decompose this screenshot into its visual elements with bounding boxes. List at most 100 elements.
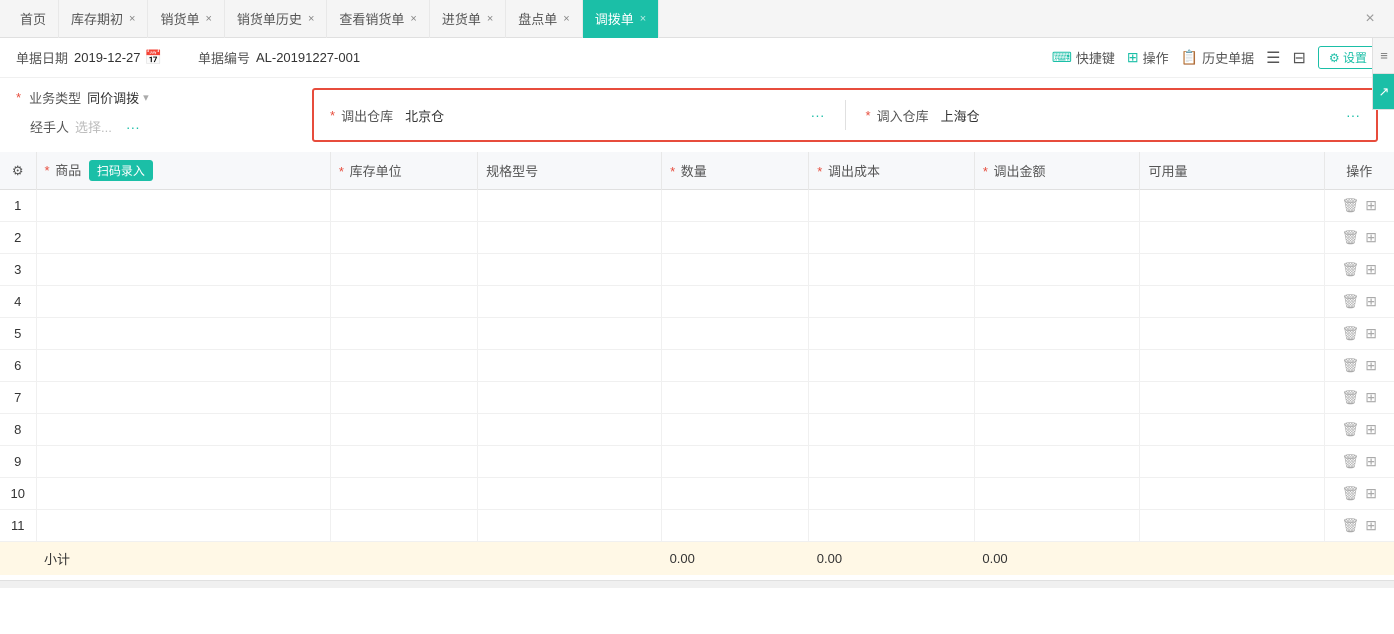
row-qty-4[interactable] bbox=[662, 286, 809, 318]
delete-icon-10[interactable]: 🗑 bbox=[1341, 485, 1359, 502]
delete-icon-3[interactable]: 🗑 bbox=[1341, 261, 1359, 278]
row-cost-1[interactable] bbox=[809, 190, 975, 222]
copy-icon-1[interactable]: ⊞ bbox=[1365, 197, 1377, 214]
delete-icon-2[interactable]: 🗑 bbox=[1341, 229, 1359, 246]
copy-icon-4[interactable]: ⊞ bbox=[1365, 293, 1377, 310]
row-available-9[interactable] bbox=[1140, 446, 1324, 478]
row-product-5[interactable] bbox=[36, 318, 330, 350]
row-amount-8[interactable] bbox=[974, 414, 1140, 446]
operation-button[interactable]: ⊞ 操作 bbox=[1127, 48, 1169, 67]
row-product-2[interactable] bbox=[36, 222, 330, 254]
row-available-2[interactable] bbox=[1140, 222, 1324, 254]
side-panel-list[interactable]: ≡ bbox=[1373, 38, 1394, 74]
delete-icon-11[interactable]: 🗑 bbox=[1341, 517, 1359, 534]
row-qty-7[interactable] bbox=[662, 382, 809, 414]
layout1-button[interactable]: ☰ bbox=[1266, 48, 1280, 68]
tab-inventory-init[interactable]: 库存期初 × bbox=[59, 0, 148, 38]
row-cost-11[interactable] bbox=[809, 510, 975, 542]
settings-button[interactable]: ⚙ 设置 bbox=[1318, 46, 1378, 69]
delete-icon-5[interactable]: 🗑 bbox=[1341, 325, 1359, 342]
row-spec-4[interactable] bbox=[478, 286, 662, 318]
delete-icon-7[interactable]: 🗑 bbox=[1341, 389, 1359, 406]
row-unit-6[interactable] bbox=[330, 350, 477, 382]
tab-stocktake-close[interactable]: × bbox=[563, 13, 569, 25]
copy-icon-9[interactable]: ⊞ bbox=[1365, 453, 1377, 470]
copy-icon-10[interactable]: ⊞ bbox=[1365, 485, 1377, 502]
row-product-1[interactable] bbox=[36, 190, 330, 222]
row-qty-2[interactable] bbox=[662, 222, 809, 254]
row-available-7[interactable] bbox=[1140, 382, 1324, 414]
row-cost-4[interactable] bbox=[809, 286, 975, 318]
row-spec-3[interactable] bbox=[478, 254, 662, 286]
row-available-3[interactable] bbox=[1140, 254, 1324, 286]
row-available-5[interactable] bbox=[1140, 318, 1324, 350]
row-cost-9[interactable] bbox=[809, 446, 975, 478]
side-panel-expand[interactable]: ↗ bbox=[1373, 74, 1394, 110]
row-available-11[interactable] bbox=[1140, 510, 1324, 542]
row-cost-6[interactable] bbox=[809, 350, 975, 382]
bottom-scrollbar[interactable] bbox=[0, 580, 1394, 588]
row-product-7[interactable] bbox=[36, 382, 330, 414]
row-qty-9[interactable] bbox=[662, 446, 809, 478]
tab-sales-order[interactable]: 销货单 × bbox=[148, 0, 224, 38]
row-qty-5[interactable] bbox=[662, 318, 809, 350]
row-unit-11[interactable] bbox=[330, 510, 477, 542]
delete-icon-6[interactable]: 🗑 bbox=[1341, 357, 1359, 374]
row-amount-10[interactable] bbox=[974, 478, 1140, 510]
row-product-11[interactable] bbox=[36, 510, 330, 542]
tab-purchase-close[interactable]: × bbox=[487, 13, 493, 25]
row-qty-10[interactable] bbox=[662, 478, 809, 510]
row-amount-4[interactable] bbox=[974, 286, 1140, 318]
tab-sales-order-close[interactable]: × bbox=[205, 13, 211, 25]
row-product-10[interactable] bbox=[36, 478, 330, 510]
row-amount-2[interactable] bbox=[974, 222, 1140, 254]
row-spec-8[interactable] bbox=[478, 414, 662, 446]
row-spec-5[interactable] bbox=[478, 318, 662, 350]
row-product-9[interactable] bbox=[36, 446, 330, 478]
window-close-button[interactable]: × bbox=[1354, 3, 1386, 35]
shortcut-button[interactable]: ⌨ 快捷键 bbox=[1052, 48, 1115, 67]
row-available-4[interactable] bbox=[1140, 286, 1324, 318]
row-cost-10[interactable] bbox=[809, 478, 975, 510]
row-spec-2[interactable] bbox=[478, 222, 662, 254]
row-amount-5[interactable] bbox=[974, 318, 1140, 350]
row-unit-2[interactable] bbox=[330, 222, 477, 254]
transfer-in-more-icon[interactable]: ··· bbox=[1346, 107, 1360, 123]
row-unit-10[interactable] bbox=[330, 478, 477, 510]
tab-view-sales[interactable]: 查看销货单 × bbox=[327, 0, 429, 38]
th-gear[interactable]: ⚙ bbox=[0, 152, 36, 190]
row-cost-2[interactable] bbox=[809, 222, 975, 254]
row-spec-6[interactable] bbox=[478, 350, 662, 382]
row-amount-3[interactable] bbox=[974, 254, 1140, 286]
row-product-4[interactable] bbox=[36, 286, 330, 318]
row-unit-9[interactable] bbox=[330, 446, 477, 478]
row-available-10[interactable] bbox=[1140, 478, 1324, 510]
row-spec-1[interactable] bbox=[478, 190, 662, 222]
row-available-8[interactable] bbox=[1140, 414, 1324, 446]
row-amount-9[interactable] bbox=[974, 446, 1140, 478]
row-qty-8[interactable] bbox=[662, 414, 809, 446]
row-cost-8[interactable] bbox=[809, 414, 975, 446]
copy-icon-3[interactable]: ⊞ bbox=[1365, 261, 1377, 278]
row-spec-7[interactable] bbox=[478, 382, 662, 414]
tab-sales-history[interactable]: 销货单历史 × bbox=[225, 0, 327, 38]
handler-more-icon[interactable]: ··· bbox=[126, 119, 140, 135]
row-cost-3[interactable] bbox=[809, 254, 975, 286]
tab-stocktake[interactable]: 盘点单 × bbox=[506, 0, 582, 38]
row-spec-10[interactable] bbox=[478, 478, 662, 510]
tab-inventory-init-close[interactable]: × bbox=[129, 13, 135, 25]
row-unit-5[interactable] bbox=[330, 318, 477, 350]
tab-home[interactable]: 首页 bbox=[8, 0, 59, 38]
row-unit-7[interactable] bbox=[330, 382, 477, 414]
row-qty-11[interactable] bbox=[662, 510, 809, 542]
tab-view-sales-close[interactable]: × bbox=[410, 13, 416, 25]
row-spec-9[interactable] bbox=[478, 446, 662, 478]
calendar-icon[interactable]: 📅 bbox=[145, 49, 162, 66]
row-unit-8[interactable] bbox=[330, 414, 477, 446]
transfer-out-more-icon[interactable]: ··· bbox=[811, 107, 825, 123]
copy-icon-8[interactable]: ⊞ bbox=[1365, 421, 1377, 438]
tab-transfer-close[interactable]: × bbox=[640, 13, 646, 25]
tab-sales-history-close[interactable]: × bbox=[308, 13, 314, 25]
row-available-1[interactable] bbox=[1140, 190, 1324, 222]
scan-button[interactable]: 扫码录入 bbox=[89, 160, 153, 181]
